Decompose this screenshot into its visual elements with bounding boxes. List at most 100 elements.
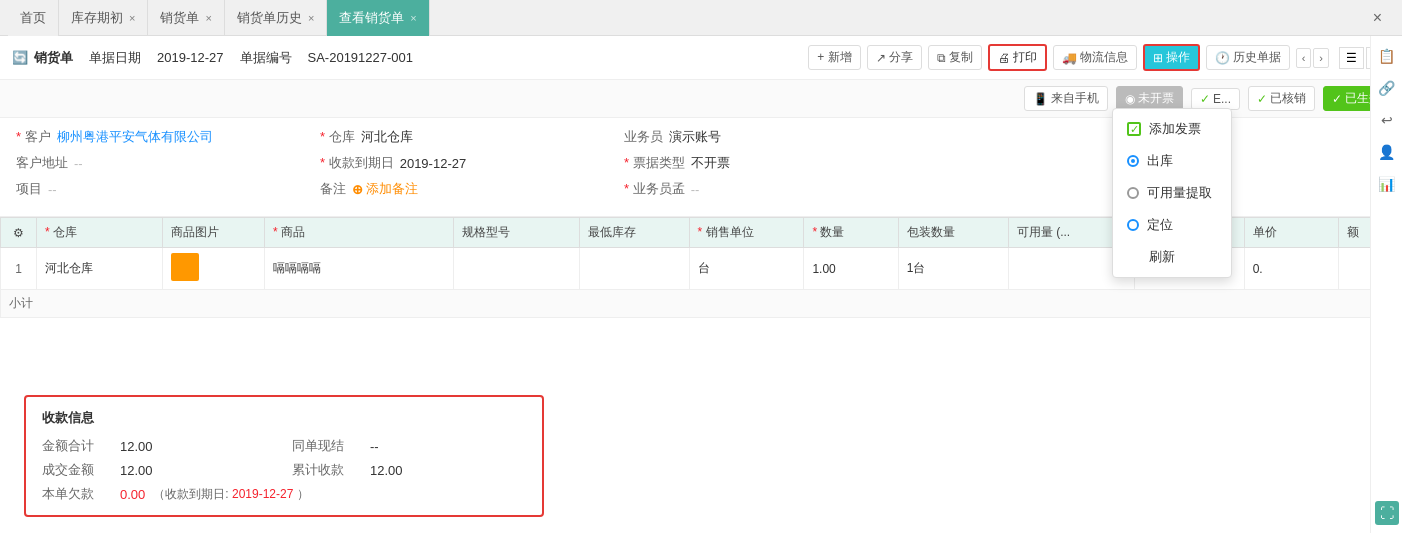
radio-outbound <box>1127 155 1139 167</box>
tab-home[interactable]: 首页 <box>8 0 59 36</box>
col-quantity: 数量 <box>804 218 898 248</box>
product-image <box>171 253 199 281</box>
list-view-button[interactable]: ☰ <box>1339 47 1364 69</box>
close-inventory-tab[interactable]: × <box>129 12 135 24</box>
col-settings: ⚙ <box>1 218 37 248</box>
available-extract-item[interactable]: 可用量提取 <box>1113 177 1231 209</box>
sidebar-edit-icon[interactable]: 📋 <box>1375 44 1399 68</box>
address-label: 客户地址 <box>16 154 68 172</box>
settings-icon[interactable]: ⚙ <box>13 226 24 240</box>
tab-view-sales[interactable]: 查看销货单 × <box>327 0 429 36</box>
sales-rep-field: 业务员孟 -- <box>624 180 904 198</box>
radio-locate <box>1127 219 1139 231</box>
copy-icon: ⧉ <box>937 51 946 65</box>
sidebar-chart-icon[interactable]: 📊 <box>1375 172 1399 196</box>
add-note-button[interactable]: ⊕ 添加备注 <box>352 180 418 198</box>
operations-button[interactable]: ⊞ 操作 <box>1143 44 1200 71</box>
row-num: 1 <box>1 248 37 290</box>
single-settlement-label: 同单现结 <box>292 437 362 455</box>
logistics-button[interactable]: 🚚 物流信息 <box>1053 45 1137 70</box>
doc-type-label: 销货单 <box>34 49 73 67</box>
salesperson-label: 业务员 <box>624 128 663 146</box>
radio-available <box>1127 187 1139 199</box>
doc-header: 🔄 销货单 单据日期 2019-12-27 单据编号 SA-20191227-0… <box>0 36 1402 80</box>
sidebar-return-icon[interactable]: ↩ <box>1375 108 1399 132</box>
sales-rep-label: 业务员孟 <box>624 180 685 198</box>
due-date-value: 2019-12-27 <box>400 156 467 171</box>
row-image <box>162 248 264 290</box>
row-unit-price: 0. <box>1244 248 1338 290</box>
tab-bar: 首页 库存期初 × 销货单 × 销货单历史 × 查看销货单 × × <box>0 0 1402 36</box>
sidebar-link-icon[interactable]: 🔗 <box>1375 76 1399 100</box>
transaction-value: 12.00 <box>120 463 153 478</box>
doc-type-icon: 🔄 <box>12 50 28 65</box>
tab-sales-history[interactable]: 销货单历史 × <box>225 0 327 36</box>
payment-section: 收款信息 金额合计 12.00 同单现结 -- 成交金额 12.00 <box>24 395 544 517</box>
voided-button[interactable]: ✓ 已核销 <box>1248 86 1315 111</box>
close-sales-tab[interactable]: × <box>205 12 211 24</box>
ticket-icon: ◉ <box>1125 92 1135 106</box>
this-order-label: 本单欠款 <box>42 485 112 503</box>
history-icon: 🕐 <box>1215 51 1230 65</box>
payment-title: 收款信息 <box>42 409 526 427</box>
row-pack-qty: 1台 <box>898 248 1008 290</box>
single-settlement-value: -- <box>370 439 379 454</box>
warehouse-label: 仓库 <box>320 128 355 146</box>
prev-button[interactable]: ‹ <box>1296 48 1312 68</box>
single-settlement-row: 同单现结 -- <box>292 437 526 455</box>
share-button[interactable]: ↗ 分享 <box>867 45 922 70</box>
col-image: 商品图片 <box>162 218 264 248</box>
col-spec: 规格型号 <box>453 218 579 248</box>
share-icon: ↗ <box>876 51 886 65</box>
operations-dropdown: ✓ 添加发票 出库 可用量提取 定位 刷新 <box>1112 108 1232 278</box>
number-label: 单据编号 <box>240 49 292 67</box>
this-order-row: 本单欠款 0.00 （收款到期日: 2019-12-27 ） <box>42 485 526 503</box>
grid-icon: ⊞ <box>1153 51 1163 65</box>
from-mobile-button[interactable]: 📱 来自手机 <box>1024 86 1108 111</box>
due-date-payment: 2019-12-27 <box>232 487 293 501</box>
print-button[interactable]: 🖨 打印 <box>988 44 1047 71</box>
transaction-label: 成交金额 <box>42 461 112 479</box>
history-button[interactable]: 🕐 历史单据 <box>1206 45 1290 70</box>
col-unit: 销售单位 <box>689 218 804 248</box>
close-history-tab[interactable]: × <box>308 12 314 24</box>
ticket-type-label: 票据类型 <box>624 154 685 172</box>
sidebar-user-icon[interactable]: 👤 <box>1375 140 1399 164</box>
close-view-sales-tab[interactable]: × <box>410 12 416 24</box>
next-button[interactable]: › <box>1313 48 1329 68</box>
col-warehouse: 仓库 <box>37 218 163 248</box>
warehouse-field: 仓库 河北仓库 <box>320 128 600 146</box>
col-product: 商品 <box>265 218 454 248</box>
row-warehouse: 河北仓库 <box>37 248 163 290</box>
close-all-button[interactable]: × <box>1361 9 1394 27</box>
outbound-item[interactable]: 出库 <box>1113 145 1231 177</box>
row-unit: 台 <box>689 248 804 290</box>
tab-sales[interactable]: 销货单 × <box>148 0 224 36</box>
subtotal-label: 小计 <box>1 290 1402 318</box>
check-button[interactable]: ✓ E... <box>1191 88 1240 110</box>
col-min-stock: 最低库存 <box>579 218 689 248</box>
project-value: -- <box>48 182 57 197</box>
tab-inventory[interactable]: 库存期初 × <box>59 0 148 36</box>
customer-label: 客户 <box>16 128 51 146</box>
locate-item[interactable]: 定位 <box>1113 209 1231 241</box>
sales-rep-value: -- <box>691 182 700 197</box>
add-invoice-item[interactable]: ✓ 添加发票 <box>1113 113 1231 145</box>
due-date-field: 收款到期日 2019-12-27 <box>320 154 600 172</box>
row-min-stock <box>579 248 689 290</box>
ticket-type-value: 不开票 <box>691 154 730 172</box>
customer-value[interactable]: 柳州粤港平安气体有限公司 <box>57 128 213 146</box>
cumulative-value: 12.00 <box>370 463 403 478</box>
this-order-value: 0.00 <box>120 487 145 502</box>
note-field: 备注 ⊕ 添加备注 <box>320 180 600 198</box>
new-button[interactable]: + 新增 <box>808 45 860 70</box>
plus-icon: ⊕ <box>352 182 363 197</box>
note-label: 备注 <box>320 180 346 198</box>
refresh-item[interactable]: 刷新 <box>1113 241 1231 273</box>
ticket-type-field: 票据类型 不开票 <box>624 154 904 172</box>
sidebar-expand-icon[interactable]: ⛶ <box>1375 501 1399 525</box>
row-product: 嗝嗝嗝嗝 <box>265 248 454 290</box>
copy-button[interactable]: ⧉ 复制 <box>928 45 982 70</box>
payment-grid: 金额合计 12.00 同单现结 -- 成交金额 12.00 累计收款 12.00 <box>42 437 526 503</box>
project-label: 项目 <box>16 180 42 198</box>
